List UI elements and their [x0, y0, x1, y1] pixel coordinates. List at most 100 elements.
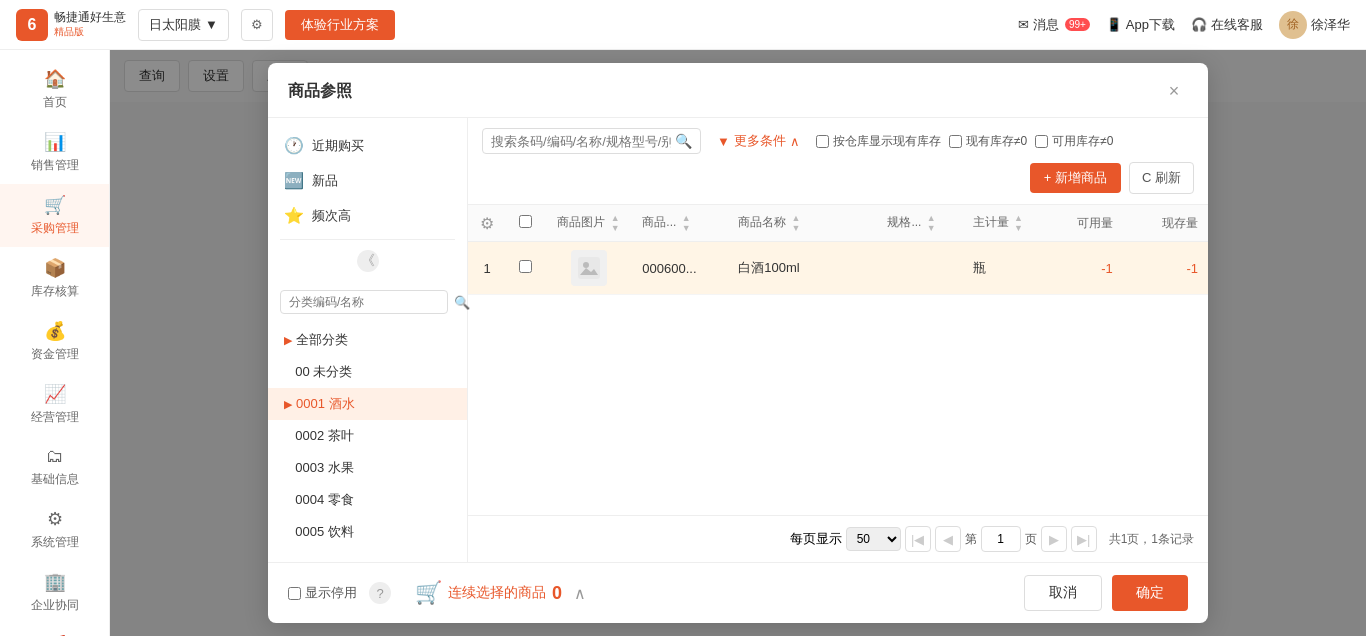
sidebar-item-inventory[interactable]: 📦 库存核算 [0, 247, 109, 310]
confirm-button[interactable]: 确定 [1112, 575, 1188, 611]
sidebar-item-purchase[interactable]: 🛒 采购管理 [0, 184, 109, 247]
purchase-icon: 🛒 [44, 194, 66, 216]
avail-not-zero-checkbox[interactable] [949, 135, 962, 148]
show-disabled-label[interactable]: 显示停用 [288, 584, 357, 602]
divider [280, 239, 455, 240]
add-product-button[interactable]: + 新增商品 [1030, 163, 1121, 193]
sidebar-item-basic-info[interactable]: 🗂 基础信息 [0, 436, 109, 498]
logo-area: 6 畅捷通好生意 精品版 [16, 9, 126, 41]
page-number-input[interactable] [981, 526, 1021, 552]
sidebar-item-guide[interactable]: 🚀 新手引导 [0, 624, 109, 636]
prev-page-button[interactable]: ◀ [935, 526, 961, 552]
warehouse-checkbox[interactable] [816, 135, 829, 148]
col-header-available: 可用量 [1037, 205, 1122, 242]
col-header-settings[interactable]: ⚙ [468, 205, 506, 242]
app-download-item[interactable]: 📱 App下载 [1106, 16, 1175, 34]
category-item-0008[interactable]: 0008 水 [268, 548, 467, 552]
modal-title: 商品参照 [288, 81, 352, 102]
gear-icon: ⚙ [251, 17, 263, 32]
trial-button[interactable]: 体验行业方案 [285, 10, 395, 40]
recent-buy-item[interactable]: 🕐 近期购买 [268, 128, 467, 163]
filter-button[interactable]: ▼ 更多条件 ∧ [709, 128, 808, 154]
tree-arrow-0001: ▶ [284, 398, 292, 411]
page-size-select[interactable]: 50 100 200 [846, 527, 901, 551]
row-checkbox[interactable] [519, 260, 532, 273]
col-header-check[interactable] [506, 205, 544, 242]
all-categories-item[interactable]: ▶ 全部分类 [268, 324, 467, 356]
phone-icon: 📱 [1106, 17, 1122, 32]
search-input[interactable] [491, 134, 671, 149]
sidebar-item-finance[interactable]: 💰 资金管理 [0, 310, 109, 373]
collapse-button[interactable]: 《 [357, 250, 379, 272]
row-name: 白酒100ml [728, 242, 877, 295]
toolbar: 🔍 ▼ 更多条件 ∧ 按仓库显示现有库存 [468, 118, 1208, 205]
category-item-0001[interactable]: ▶ 0001 酒水 [268, 388, 467, 420]
help-icon[interactable]: ? [369, 582, 391, 604]
last-page-button[interactable]: ▶| [1071, 526, 1097, 552]
category-item-0002[interactable]: 0002 茶叶 [268, 420, 467, 452]
usable-not-zero-checkbox-label[interactable]: 可用库存≠0 [1035, 133, 1113, 150]
frequent-high-item[interactable]: ⭐ 频次高 [268, 198, 467, 233]
gear-button[interactable]: ⚙ [241, 9, 273, 41]
settings-col-icon: ⚙ [480, 215, 494, 232]
usable-not-zero-checkbox[interactable] [1035, 135, 1048, 148]
row-checkbox-cell[interactable] [506, 242, 544, 295]
inventory-icon: 📦 [44, 257, 66, 279]
warehouse-checkbox-label[interactable]: 按仓库显示现有库存 [816, 133, 941, 150]
layout: 🏠 首页 📊 销售管理 🛒 采购管理 📦 库存核算 💰 资金管理 📈 经营管理 … [0, 50, 1366, 636]
refresh-button[interactable]: C 刷新 [1129, 162, 1194, 194]
category-item-0004[interactable]: 0004 零食 [268, 484, 467, 516]
avail-not-zero-checkbox-label[interactable]: 现有库存≠0 [949, 133, 1027, 150]
next-page-button[interactable]: ▶ [1041, 526, 1067, 552]
category-item-0003[interactable]: 0003 水果 [268, 452, 467, 484]
headset-icon: 🎧 [1191, 17, 1207, 32]
user-item[interactable]: 徐 徐泽华 [1279, 11, 1350, 39]
modal-close-button[interactable]: × [1160, 77, 1188, 105]
pagination: 每页显示 50 100 200 |◀ ◀ 第 页 ▶ [468, 515, 1208, 562]
chevron-up-icon[interactable]: ∧ [574, 584, 586, 603]
svg-point-1 [583, 262, 589, 268]
message-item[interactable]: ✉ 消息 99+ [1018, 16, 1090, 34]
online-service-item[interactable]: 🎧 在线客服 [1191, 16, 1263, 34]
modal: 商品参照 × 🕐 近期购买 🆕 新品 [268, 63, 1208, 623]
cart-area[interactable]: 🛒 连续选择的商品 0 [415, 580, 562, 606]
show-disabled-checkbox[interactable] [288, 587, 301, 600]
sidebar-item-operations[interactable]: 📈 经营管理 [0, 373, 109, 436]
sidebar-item-enterprise[interactable]: 🏢 企业协同 [0, 561, 109, 624]
sidebar-item-sales[interactable]: 📊 销售管理 [0, 121, 109, 184]
message-icon: ✉ [1018, 17, 1029, 32]
table-row[interactable]: 1 [468, 242, 1208, 295]
sales-icon: 📊 [44, 131, 66, 153]
first-page-button[interactable]: |◀ [905, 526, 931, 552]
filter-icon: ▼ [717, 134, 730, 149]
right-panel: 🔍 ▼ 更多条件 ∧ 按仓库显示现有库存 [468, 118, 1208, 562]
system-icon: ⚙ [47, 508, 63, 530]
basic-info-icon: 🗂 [46, 446, 64, 467]
logo-sub: 精品版 [54, 25, 126, 39]
category-search-input[interactable] [280, 290, 448, 314]
select-all-checkbox[interactable] [519, 215, 532, 228]
col-header-spec: 规格... ▲▼ [877, 205, 962, 242]
cancel-button[interactable]: 取消 [1024, 575, 1102, 611]
col-header-stock: 现存量 [1123, 205, 1208, 242]
search-box: 🔍 [482, 128, 701, 154]
message-badge: 99+ [1065, 18, 1090, 31]
logo-text: 畅捷通好生意 [54, 10, 126, 26]
category-item-0005[interactable]: 0005 饮料 [268, 516, 467, 548]
total-info: 共1页，1条记录 [1109, 531, 1194, 548]
col-header-name: 商品名称 ▲▼ [728, 205, 877, 242]
col-header-image: 商品图片 ▲▼ [545, 205, 633, 242]
sidebar-item-system[interactable]: ⚙ 系统管理 [0, 498, 109, 561]
sidebar-item-home[interactable]: 🏠 首页 [0, 58, 109, 121]
home-icon: 🏠 [44, 68, 66, 90]
col-header-code: 商品... ▲▼ [632, 205, 728, 242]
category-item-00[interactable]: 00 未分类 [268, 356, 467, 388]
new-items-item[interactable]: 🆕 新品 [268, 163, 467, 198]
search-icon[interactable]: 🔍 [675, 133, 692, 149]
nav-dropdown[interactable]: 日太阳膜 ▼ [138, 9, 229, 41]
tree-arrow-all: ▶ [284, 334, 292, 347]
recent-buy-icon: 🕐 [284, 136, 304, 155]
chevron-up-icon: ∧ [790, 134, 800, 149]
row-image [545, 242, 633, 295]
finance-icon: 💰 [44, 320, 66, 342]
